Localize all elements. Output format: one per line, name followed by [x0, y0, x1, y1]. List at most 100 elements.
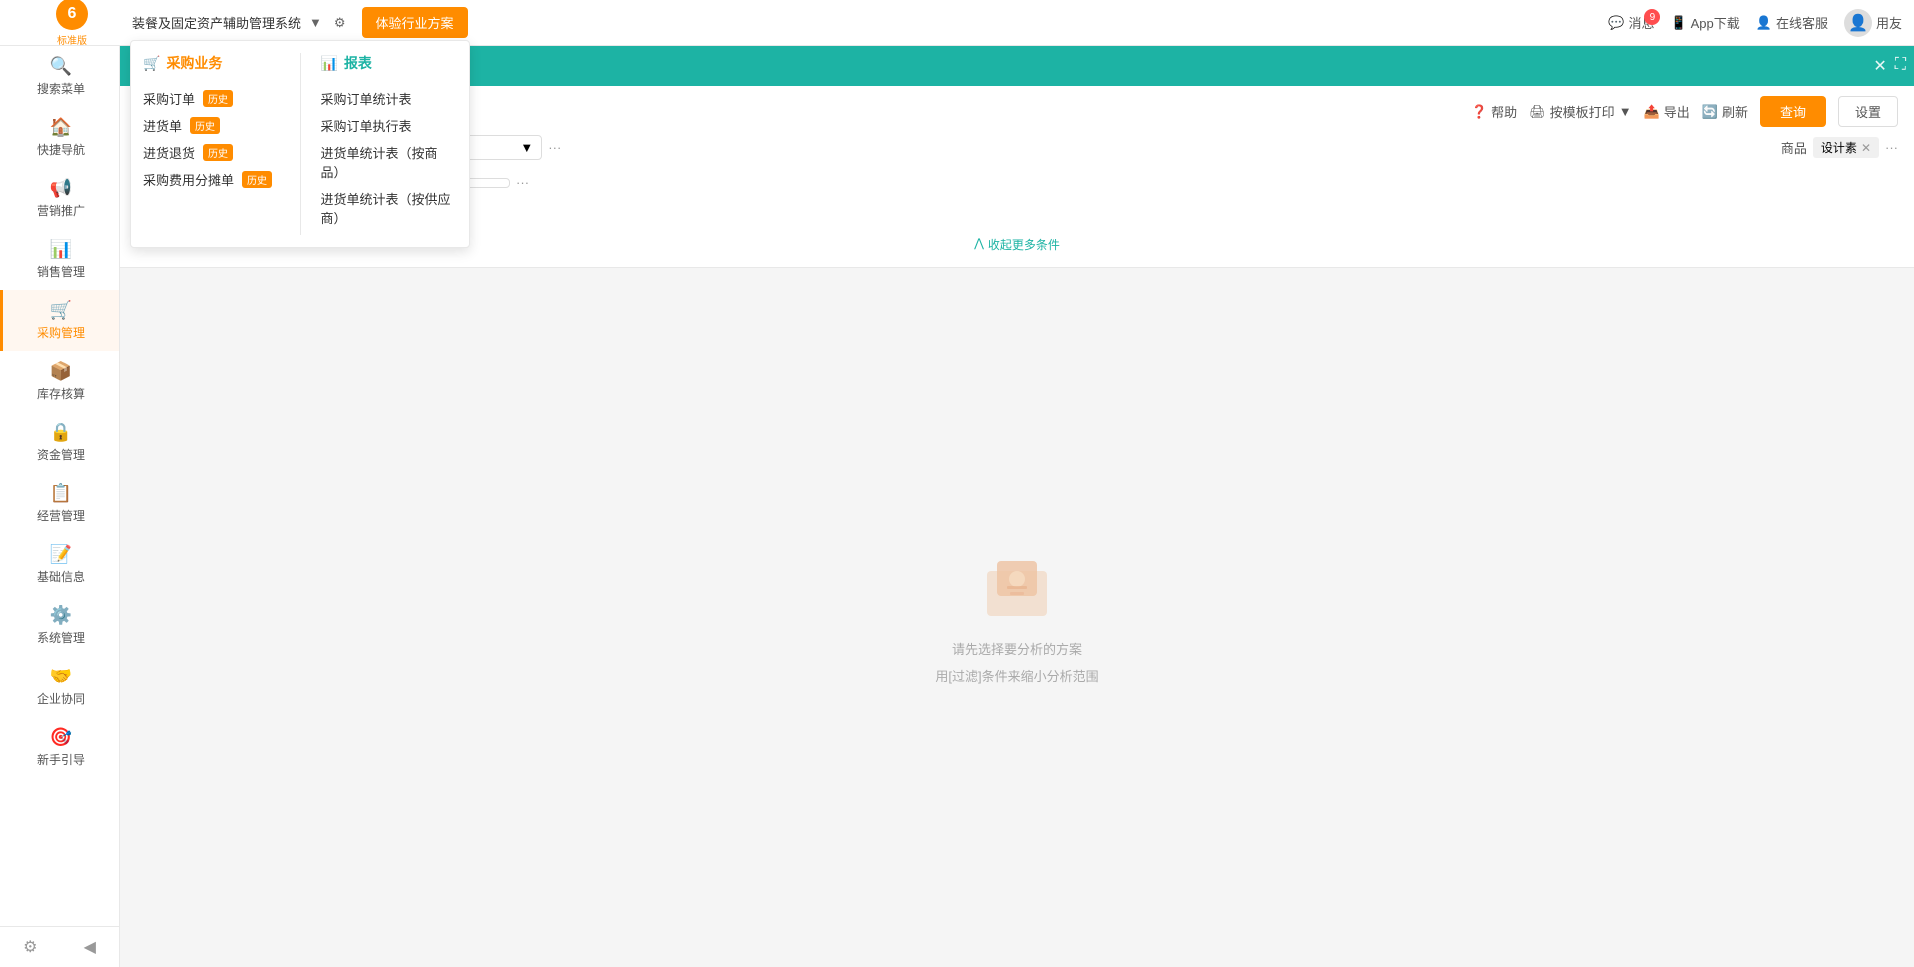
- help-action[interactable]: ❓ 帮助: [1471, 102, 1517, 121]
- report-section-icon: 📊: [321, 55, 338, 72]
- purchase-in-history-badge: 历史: [190, 117, 220, 134]
- purchase-order-label: 采购订单: [143, 89, 195, 108]
- sales-icon: 📊: [50, 239, 72, 260]
- sidebar-bottom: ⚙ ◀: [0, 926, 119, 967]
- empty-text-2: 用[过滤]条件来缩小分析范围: [935, 666, 1098, 685]
- header-right: 💬 消息 9 📱 App下载 👤 在线客服 👤 用友: [1608, 9, 1902, 37]
- report-order-stat-label: 采购订单统计表: [321, 89, 412, 108]
- logo-area: 6 标准版: [12, 0, 132, 47]
- tab-bar-right: ✕ ⛶: [1873, 56, 1906, 76]
- finance-icon: 🔒: [50, 422, 72, 443]
- menu-item-report-supplier-stat[interactable]: 进货单统计表（按供应商）: [321, 189, 458, 227]
- sidebar-item-purchase[interactable]: 🛒 采购管理: [0, 290, 119, 351]
- export-icon: 📤: [1644, 104, 1660, 120]
- app-download-item[interactable]: 📱 App下载: [1670, 13, 1739, 32]
- collapse-label: 收起更多条件: [988, 236, 1060, 253]
- sidebar-label-marketing: 营销推广: [37, 202, 85, 219]
- tab-close-all-icon[interactable]: ✕: [1873, 56, 1886, 76]
- tab-fullscreen-icon[interactable]: ⛶: [1895, 56, 1906, 76]
- sidebar-item-guide[interactable]: 🎯 新手引导: [0, 717, 119, 778]
- report-menu-section: 📊 报表 采购订单统计表 采购订单执行表 进货单统计表（按商品） 进货单统计表（…: [321, 53, 458, 235]
- export-action[interactable]: 📤 导出: [1644, 102, 1690, 121]
- user-avatar: 👤: [1844, 9, 1872, 37]
- purchase-in-label: 进货单: [143, 116, 182, 135]
- guide-icon: 🎯: [50, 727, 72, 748]
- sidebar-label-enterprise: 企业协同: [37, 690, 85, 707]
- sidebar-label-quick-nav: 快捷导航: [37, 141, 85, 158]
- report-goods-stat-label: 进货单统计表（按商品）: [321, 143, 458, 181]
- sidebar-item-quick-nav[interactable]: 🏠 快捷导航: [0, 107, 119, 168]
- menu-item-purchase-order[interactable]: 采购订单 历史: [143, 89, 280, 108]
- menu-item-report-goods-stat[interactable]: 进货单统计表（按商品）: [321, 143, 458, 181]
- logo-subtitle: 标准版: [57, 32, 87, 47]
- collapse-chevron-icon: ⋀: [974, 236, 984, 253]
- sidebar-label-inventory: 库存核算: [37, 385, 85, 402]
- inventory-icon: 📦: [50, 361, 72, 382]
- logo-icon: 6: [56, 0, 88, 30]
- purchase-section-icon: 🛒: [143, 55, 160, 72]
- menu-item-purchase-expense[interactable]: 采购费用分摊单 历史: [143, 170, 280, 189]
- user-item[interactable]: 👤 用友: [1844, 9, 1902, 37]
- goods-label: 商品: [1781, 138, 1807, 157]
- user-label: 用友: [1876, 13, 1902, 32]
- goods-tag: 设计素 ✕: [1813, 137, 1879, 158]
- salesperson-dots[interactable]: ···: [516, 175, 529, 190]
- menu-item-purchase-in[interactable]: 进货单 历史: [143, 116, 280, 135]
- settings-icon[interactable]: ⚙: [334, 15, 346, 31]
- menu-item-report-order-stat[interactable]: 采购订单统计表: [321, 89, 458, 108]
- system-title-area: 装餐及固定资产辅助管理系统 ▼ ⚙ 体验行业方案: [132, 7, 1608, 38]
- sidebar-item-marketing[interactable]: 📢 营销推广: [0, 168, 119, 229]
- empty-text-1: 请先选择要分析的方案: [952, 639, 1082, 658]
- print-dropdown-icon[interactable]: ▼: [1619, 104, 1632, 119]
- print-action[interactable]: 🖨 按模板打印 ▼: [1529, 102, 1631, 121]
- enterprise-icon: 🤝: [50, 666, 72, 687]
- search-icon: 🔍: [50, 56, 72, 77]
- menu-item-report-order-exec[interactable]: 采购订单执行表: [321, 116, 458, 135]
- purchase-return-history-badge: 历史: [203, 144, 233, 161]
- query-button[interactable]: 查询: [1760, 96, 1826, 127]
- sidebar-label-basic-info: 基础信息: [37, 568, 85, 585]
- industry-button[interactable]: 体验行业方案: [362, 7, 468, 38]
- filter-goods: 商品 设计素 ✕ ···: [1781, 137, 1898, 158]
- sidebar-item-sales[interactable]: 📊 销售管理: [0, 229, 119, 290]
- sidebar-item-enterprise[interactable]: 🤝 企业协同: [0, 656, 119, 717]
- refresh-action[interactable]: 🔄 刷新: [1702, 102, 1748, 121]
- system-dropdown-icon[interactable]: ▼: [309, 15, 322, 30]
- sidebar-label-system: 系统管理: [37, 629, 85, 646]
- menu-item-purchase-return[interactable]: 进货退货 历史: [143, 143, 280, 162]
- marketing-icon: 📢: [50, 178, 72, 199]
- sidebar-label-purchase: 采购管理: [37, 324, 85, 341]
- sidebar-collapse-icon[interactable]: ◀: [84, 937, 96, 957]
- export-label: 导出: [1664, 102, 1690, 121]
- purchase-icon: 🛒: [50, 300, 72, 321]
- notification-item[interactable]: 💬 消息 9: [1608, 13, 1654, 32]
- purchase-dropdown-menu: 🛒 采购业务 采购订单 历史 进货单 历史 进货退货 历史 采购费用分摊单 历史…: [130, 40, 470, 248]
- sidebar-item-search[interactable]: 🔍 搜索菜单: [0, 46, 119, 107]
- notification-badge-count: 9: [1644, 9, 1660, 25]
- basic-info-icon: 📝: [50, 544, 72, 565]
- sidebar-label-operations: 经营管理: [37, 507, 85, 524]
- report-order-exec-label: 采购订单执行表: [321, 116, 412, 135]
- set-button[interactable]: 设置: [1838, 96, 1898, 127]
- purchase-menu-section: 🛒 采购业务 采购订单 历史 进货单 历史 进货退货 历史 采购费用分摊单 历史: [143, 53, 280, 235]
- sidebar-item-operations[interactable]: 📋 经营管理: [0, 473, 119, 534]
- home-icon: 🏠: [50, 117, 72, 138]
- online-service-label: 在线客服: [1776, 13, 1828, 32]
- sidebar-item-inventory[interactable]: 📦 库存核算: [0, 351, 119, 412]
- purchase-expense-label: 采购费用分摊单: [143, 170, 234, 189]
- goods-dots[interactable]: ···: [1885, 140, 1898, 155]
- sidebar-item-finance[interactable]: 🔒 资金管理: [0, 412, 119, 473]
- help-label: 帮助: [1491, 102, 1517, 121]
- purchase-section-header: 🛒 采购业务: [143, 53, 280, 79]
- sidebar-item-system[interactable]: ⚙️ 系统管理: [0, 595, 119, 656]
- report-supplier-stat-label: 进货单统计表（按供应商）: [321, 189, 458, 227]
- app-download-label: App下载: [1691, 13, 1740, 32]
- goods-tag-close-icon[interactable]: ✕: [1861, 141, 1871, 155]
- sidebar-label-guide: 新手引导: [37, 751, 85, 768]
- doc-status-dots[interactable]: ···: [548, 140, 561, 155]
- notification-icon: 💬: [1608, 15, 1624, 31]
- sidebar-settings-icon[interactable]: ⚙: [23, 937, 37, 957]
- refresh-label: 刷新: [1722, 102, 1748, 121]
- online-service-item[interactable]: 👤 在线客服: [1756, 13, 1828, 32]
- sidebar-item-basic-info[interactable]: 📝 基础信息: [0, 534, 119, 595]
